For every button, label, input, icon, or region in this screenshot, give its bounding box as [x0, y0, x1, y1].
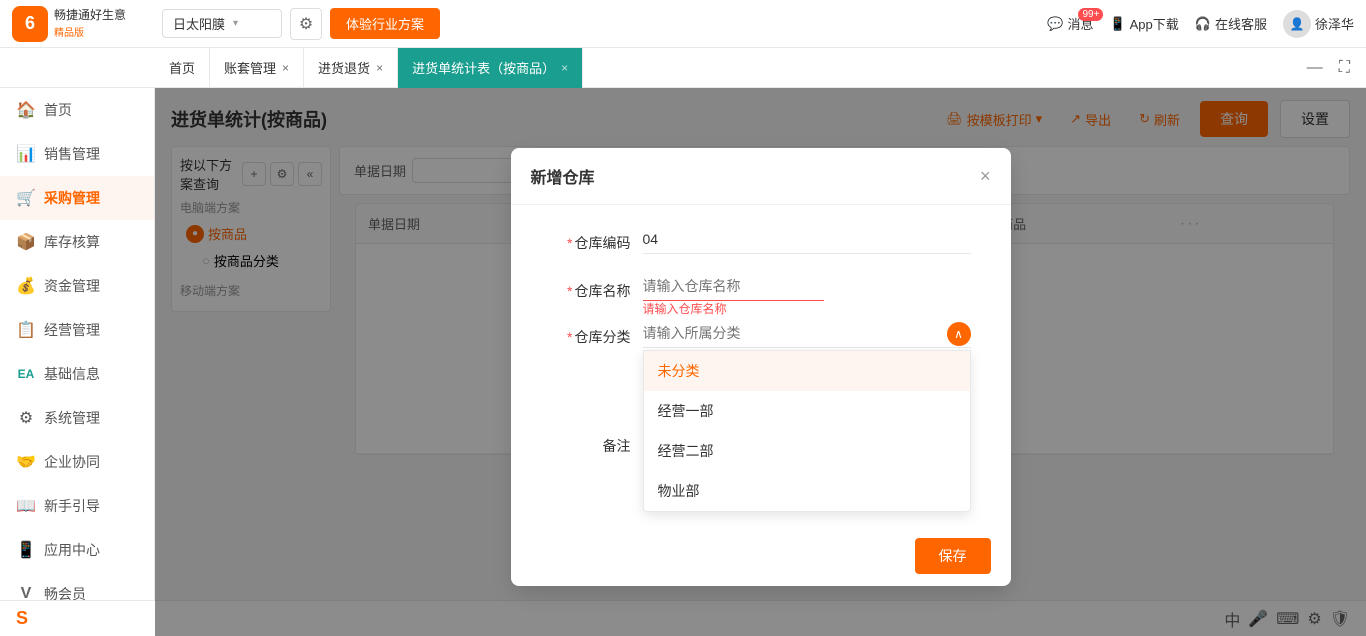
phone-icon: 📱 — [1109, 16, 1125, 32]
save-button[interactable]: 保存 — [915, 538, 991, 574]
category-dropdown-arrow[interactable]: ∧ — [947, 322, 971, 346]
app-center-icon: 📱 — [16, 540, 36, 560]
sidebar-item-operations[interactable]: 📋 经营管理 — [0, 308, 154, 352]
home-icon: 🏠 — [16, 100, 36, 120]
header-right: 💬 消息 99+ 📱 App下载 🎧 在线客服 👤 徐泽华 — [1047, 10, 1354, 38]
name-error-message: 请输入仓库名称 — [643, 300, 727, 317]
system-icon: ⚙ — [16, 408, 36, 428]
message-icon: 💬 — [1047, 16, 1063, 32]
sidebar-item-sales[interactable]: 📊 销售管理 — [0, 132, 154, 176]
name-field-row: 仓库名称 请输入仓库名称 — [551, 272, 971, 301]
message-notification[interactable]: 💬 消息 99+ — [1047, 14, 1093, 33]
tab-actions: — ⛶ — [1303, 55, 1366, 81]
finance-icon: 💰 — [16, 276, 36, 296]
header-mid: 日太阳膜 ▾ ⚙ 体验行业方案 — [162, 8, 1047, 40]
logo-area: 6 畅捷通好生意 精品版 — [12, 6, 162, 42]
sidebar-item-purchase[interactable]: 🛒 采购管理 — [0, 176, 154, 220]
name-label: 仓库名称 — [551, 273, 631, 301]
trial-button[interactable]: 体验行业方案 — [330, 8, 440, 39]
dropdown-option-dept2[interactable]: 经营二部 — [644, 431, 970, 471]
sidebar-item-system[interactable]: ⚙ 系统管理 — [0, 396, 154, 440]
gear-icon: ⚙ — [299, 14, 313, 34]
store-selector[interactable]: 日太阳膜 ▾ — [162, 9, 282, 38]
bottom-left: S — [16, 608, 28, 629]
code-label: 仓库编码 — [551, 225, 631, 253]
sidebar: 🏠 首页 📊 销售管理 🛒 采购管理 📦 库存核算 💰 资金管理 📋 经营管理 … — [0, 88, 155, 636]
modal-body: 仓库编码 仓库名称 请输入仓库名称 仓库分类 — [511, 205, 1011, 526]
sales-icon: 📊 — [16, 144, 36, 164]
sidebar-item-basic-info[interactable]: EA 基础信息 — [0, 352, 154, 396]
tab-minimize-icon[interactable]: — — [1303, 55, 1327, 81]
tab-home[interactable]: 首页 — [155, 48, 210, 88]
guide-icon: 📖 — [16, 496, 36, 516]
app-logo-icon: 6 — [12, 6, 48, 42]
headset-icon: 🎧 — [1195, 16, 1211, 32]
logo-text: 畅捷通好生意 精品版 — [54, 8, 126, 39]
modal-backdrop: 新增仓库 × 仓库编码 仓库名称 — [155, 88, 1366, 636]
store-dropdown-arrow-icon: ▾ — [233, 18, 238, 29]
sidebar-item-inventory[interactable]: 📦 库存核算 — [0, 220, 154, 264]
tab-purchase-stats[interactable]: 进货单统计表（按商品） × — [398, 48, 583, 88]
sidebar-item-finance[interactable]: 💰 资金管理 — [0, 264, 154, 308]
user-menu[interactable]: 👤 徐泽华 — [1283, 10, 1354, 38]
avatar: 👤 — [1283, 10, 1311, 38]
tab-close-account[interactable]: × — [282, 61, 289, 75]
tab-maximize-icon[interactable]: ⛶ — [1335, 55, 1354, 81]
top-header: 6 畅捷通好生意 精品版 日太阳膜 ▾ ⚙ 体验行业方案 💬 消息 99+ 📱 … — [0, 0, 1366, 48]
purchase-icon: 🛒 — [16, 188, 36, 208]
dropdown-option-dept1[interactable]: 经营一部 — [644, 391, 970, 431]
code-field-row: 仓库编码 — [551, 225, 971, 254]
sidebar-item-guide[interactable]: 📖 新手引导 — [0, 484, 154, 528]
tab-close-purchase-stats[interactable]: × — [561, 61, 568, 75]
category-select-wrap: ∧ 未分类 经营一部 经营二部 物业部 — [643, 319, 971, 348]
message-badge: 99+ — [1078, 8, 1103, 21]
gear-button[interactable]: ⚙ — [290, 8, 322, 40]
online-service[interactable]: 🎧 在线客服 — [1195, 14, 1267, 33]
modal-footer: 保存 — [511, 526, 1011, 586]
category-label: 仓库分类 — [551, 319, 631, 347]
warehouse-name-input[interactable] — [643, 272, 824, 301]
note-label: 备注 — [551, 428, 631, 456]
category-input[interactable] — [643, 319, 971, 348]
content-area: 进货单统计(按商品) 🖨 按模板打印 ▾ ↗ 导出 ↻ 刷新 查询 设置 — [155, 88, 1366, 636]
main-layout: 🏠 首页 📊 销售管理 🛒 采购管理 📦 库存核算 💰 资金管理 📋 经营管理 … — [0, 88, 1366, 636]
sidebar-item-home[interactable]: 🏠 首页 — [0, 88, 154, 132]
modal-close-button[interactable]: × — [980, 167, 991, 185]
tab-purchase-return[interactable]: 进货退货 × — [304, 48, 398, 88]
operations-icon: 📋 — [16, 320, 36, 340]
sidebar-item-app-center[interactable]: 📱 应用中心 — [0, 528, 154, 572]
bottom-brand-icon: S — [16, 608, 28, 629]
add-warehouse-modal: 新增仓库 × 仓库编码 仓库名称 — [511, 148, 1011, 586]
category-field-row: 仓库分类 ∧ 未分类 经营一部 经营二部 物业部 — [551, 319, 971, 348]
sidebar-item-cooperation[interactable]: 🤝 企业协同 — [0, 440, 154, 484]
tab-bar: 首页 账套管理 × 进货退货 × 进货单统计表（按商品） × — ⛶ — [0, 48, 1366, 88]
basic-info-icon: EA — [16, 367, 36, 381]
tab-close-purchase-return[interactable]: × — [376, 61, 383, 75]
app-download[interactable]: 📱 App下载 — [1109, 14, 1178, 33]
inventory-icon: 📦 — [16, 232, 36, 252]
tab-account[interactable]: 账套管理 × — [210, 48, 304, 88]
modal-title: 新增仓库 — [531, 164, 595, 188]
category-dropdown-list: 未分类 经营一部 经营二部 物业部 — [643, 350, 971, 512]
dropdown-option-property[interactable]: 物业部 — [644, 471, 970, 511]
modal-header: 新增仓库 × — [511, 148, 1011, 205]
dropdown-option-uncategorized[interactable]: 未分类 — [644, 351, 970, 391]
warehouse-code-input[interactable] — [643, 225, 971, 254]
cooperation-icon: 🤝 — [16, 452, 36, 472]
